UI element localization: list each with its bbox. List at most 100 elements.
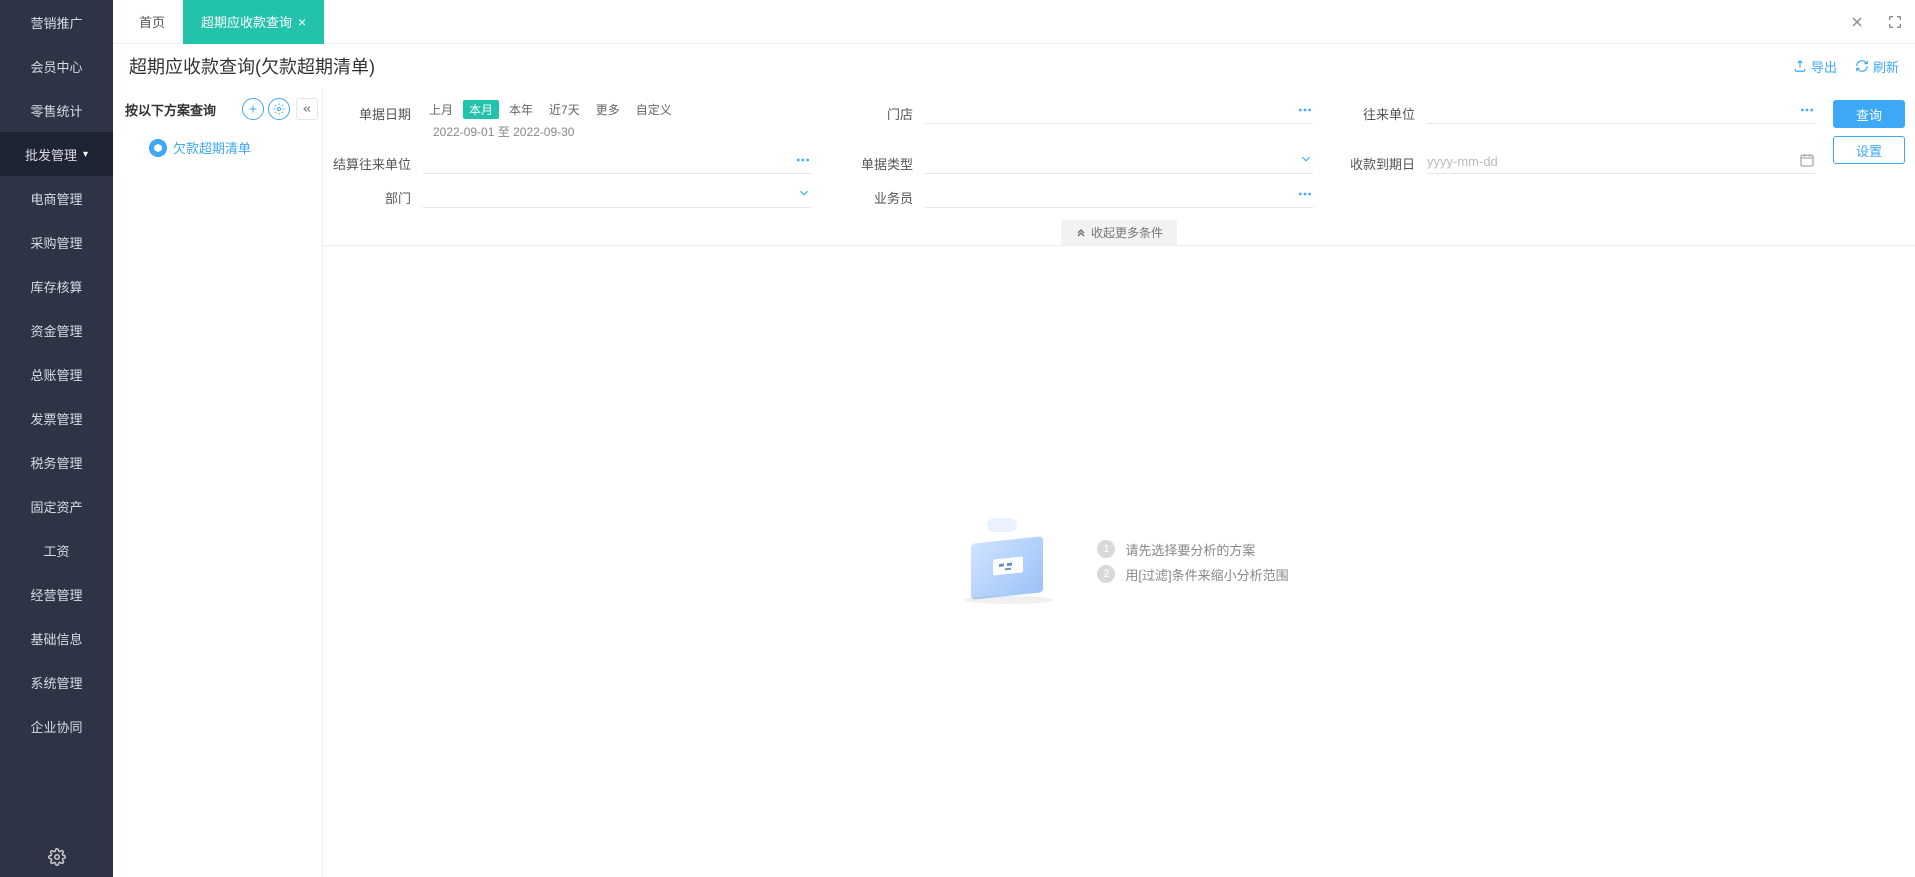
ellipsis-icon	[1297, 186, 1313, 202]
chevron-left-icon	[302, 104, 312, 114]
field-salesman: 业务员	[835, 184, 1313, 208]
sidebar-item-label: 固定资产	[30, 497, 82, 516]
cube-icon	[153, 143, 163, 153]
field-due-date: 收款到期日	[1337, 150, 1815, 174]
field-bill-type: 单据类型	[835, 150, 1313, 174]
ellipsis-icon	[1799, 102, 1815, 118]
sidebar-item-11[interactable]: 固定资产	[0, 484, 113, 528]
scheme-item[interactable]: 欠款超期清单	[125, 138, 318, 157]
date-preset[interactable]: 近7天	[543, 100, 586, 119]
field-shop: 门店	[835, 100, 1313, 140]
shop-input[interactable]	[925, 100, 1313, 124]
sidebar-item-label: 资金管理	[30, 321, 82, 340]
query-button[interactable]: 查询	[1833, 100, 1905, 128]
due-date-picker-button[interactable]	[1799, 152, 1815, 168]
sidebar-item-9[interactable]: 发票管理	[0, 396, 113, 440]
scheme-settings-button[interactable]	[268, 98, 290, 120]
date-preset[interactable]: 自定义	[630, 100, 678, 119]
sidebar-item-label: 批发管理	[25, 145, 77, 164]
scheme-icon	[149, 139, 167, 157]
sidebar-item-0[interactable]: 营销推广	[0, 0, 113, 44]
scheme-panel-title: 按以下方案查询	[125, 100, 238, 119]
ellipsis-icon	[795, 152, 811, 168]
collapse-filters-button[interactable]: 收起更多条件	[1061, 220, 1177, 245]
empty-step-1: 1请先选择要分析的方案	[1097, 540, 1288, 559]
empty-step-2: 2用[过滤]条件来缩小分析范围	[1097, 565, 1288, 584]
ellipsis-icon	[1297, 102, 1313, 118]
page-title: 超期应收款查询(欠款超期清单)	[129, 53, 375, 79]
salesman-lookup-button[interactable]	[1297, 186, 1313, 202]
sidebar-item-1[interactable]: 会员中心	[0, 44, 113, 88]
date-preset[interactable]: 本年	[503, 100, 539, 119]
fullscreen-icon	[1887, 14, 1903, 30]
field-dept: 部门	[333, 184, 811, 208]
partner-input[interactable]	[1427, 100, 1815, 124]
sidebar-item-label: 基础信息	[30, 629, 82, 648]
sidebar-item-13[interactable]: 经营管理	[0, 572, 113, 616]
sidebar-item-6[interactable]: 库存核算	[0, 264, 113, 308]
settle-partner-input[interactable]	[423, 150, 811, 174]
sidebar-item-7[interactable]: 资金管理	[0, 308, 113, 352]
tab-close-global[interactable]	[1845, 10, 1869, 34]
date-preset[interactable]: 本月	[463, 100, 499, 119]
sidebar-item-label: 企业协同	[30, 717, 82, 736]
settings-button[interactable]: 设置	[1833, 136, 1905, 164]
sidebar-item-15[interactable]: 系统管理	[0, 660, 113, 704]
date-preset[interactable]: 更多	[590, 100, 626, 119]
tab-0[interactable]: 首页	[121, 0, 183, 44]
sidebar-item-8[interactable]: 总账管理	[0, 352, 113, 396]
sidebar-item-label: 库存核算	[30, 277, 82, 296]
bill-type-select[interactable]	[925, 150, 1313, 174]
sidebar-item-label: 发票管理	[30, 409, 82, 428]
tab-1[interactable]: 超期应收款查询×	[183, 0, 324, 44]
empty-illustration	[949, 512, 1069, 612]
scheme-item-label: 欠款超期清单	[173, 138, 251, 157]
date-preset[interactable]: 上月	[423, 100, 459, 119]
title-bar: 超期应收款查询(欠款超期清单) 导出 刷新	[113, 44, 1915, 88]
fullscreen-button[interactable]	[1883, 10, 1907, 34]
date-range-text: 2022-09-01 至 2022-09-30	[423, 123, 811, 140]
calendar-icon	[1799, 152, 1815, 168]
export-button[interactable]: 导出	[1793, 57, 1837, 76]
sidebar-item-label: 电商管理	[30, 189, 82, 208]
due-date-input[interactable]	[1427, 150, 1815, 174]
caret-down-icon: ▾	[83, 149, 88, 160]
gear-icon	[48, 848, 66, 866]
bill-type-dropdown-button[interactable]	[1299, 152, 1313, 166]
partner-lookup-button[interactable]	[1799, 102, 1815, 118]
dept-select[interactable]	[423, 184, 811, 208]
filter-panel: 单据日期 上月本月本年近7天更多自定义 2022-09-01 至 2022-09…	[323, 88, 1915, 246]
dept-dropdown-button[interactable]	[797, 186, 811, 200]
chevron-down-icon	[1299, 152, 1313, 166]
sidebar-item-4[interactable]: 电商管理	[0, 176, 113, 220]
sidebar-item-16[interactable]: 企业协同	[0, 704, 113, 748]
sidebar-item-label: 会员中心	[30, 57, 82, 76]
sidebar-item-3[interactable]: 批发管理 ▾	[0, 132, 113, 176]
sidebar-item-label: 税务管理	[30, 453, 82, 472]
settle-partner-lookup-button[interactable]	[795, 152, 811, 168]
plus-icon	[247, 103, 259, 115]
sidebar-item-2[interactable]: 零售统计	[0, 88, 113, 132]
refresh-button[interactable]: 刷新	[1855, 57, 1899, 76]
sidebar: 营销推广会员中心零售统计批发管理 ▾ 电商管理采购管理库存核算资金管理总账管理发票管…	[0, 0, 113, 877]
results-area: 1请先选择要分析的方案 2用[过滤]条件来缩小分析范围	[323, 246, 1915, 877]
settings-gear[interactable]	[0, 837, 113, 877]
tab-bar: 首页超期应收款查询×	[113, 0, 1915, 44]
sidebar-item-5[interactable]: 采购管理	[0, 220, 113, 264]
sidebar-item-label: 采购管理	[30, 233, 82, 252]
field-settle-partner: 结算往来单位	[333, 150, 811, 174]
sidebar-item-10[interactable]: 税务管理	[0, 440, 113, 484]
add-scheme-button[interactable]	[242, 98, 264, 120]
field-partner: 往来单位	[1337, 100, 1815, 140]
tab-label: 首页	[139, 12, 165, 31]
chevron-down-icon	[797, 186, 811, 200]
gear-icon	[273, 103, 285, 115]
scheme-panel: 按以下方案查询 欠款超期清单	[113, 88, 323, 877]
sidebar-item-14[interactable]: 基础信息	[0, 616, 113, 660]
salesman-input[interactable]	[925, 184, 1313, 208]
shop-lookup-button[interactable]	[1297, 102, 1313, 118]
collapse-scheme-button[interactable]	[296, 98, 318, 120]
tab-close-icon[interactable]: ×	[298, 15, 306, 29]
sidebar-item-label: 工资	[43, 541, 69, 560]
sidebar-item-12[interactable]: 工资	[0, 528, 113, 572]
